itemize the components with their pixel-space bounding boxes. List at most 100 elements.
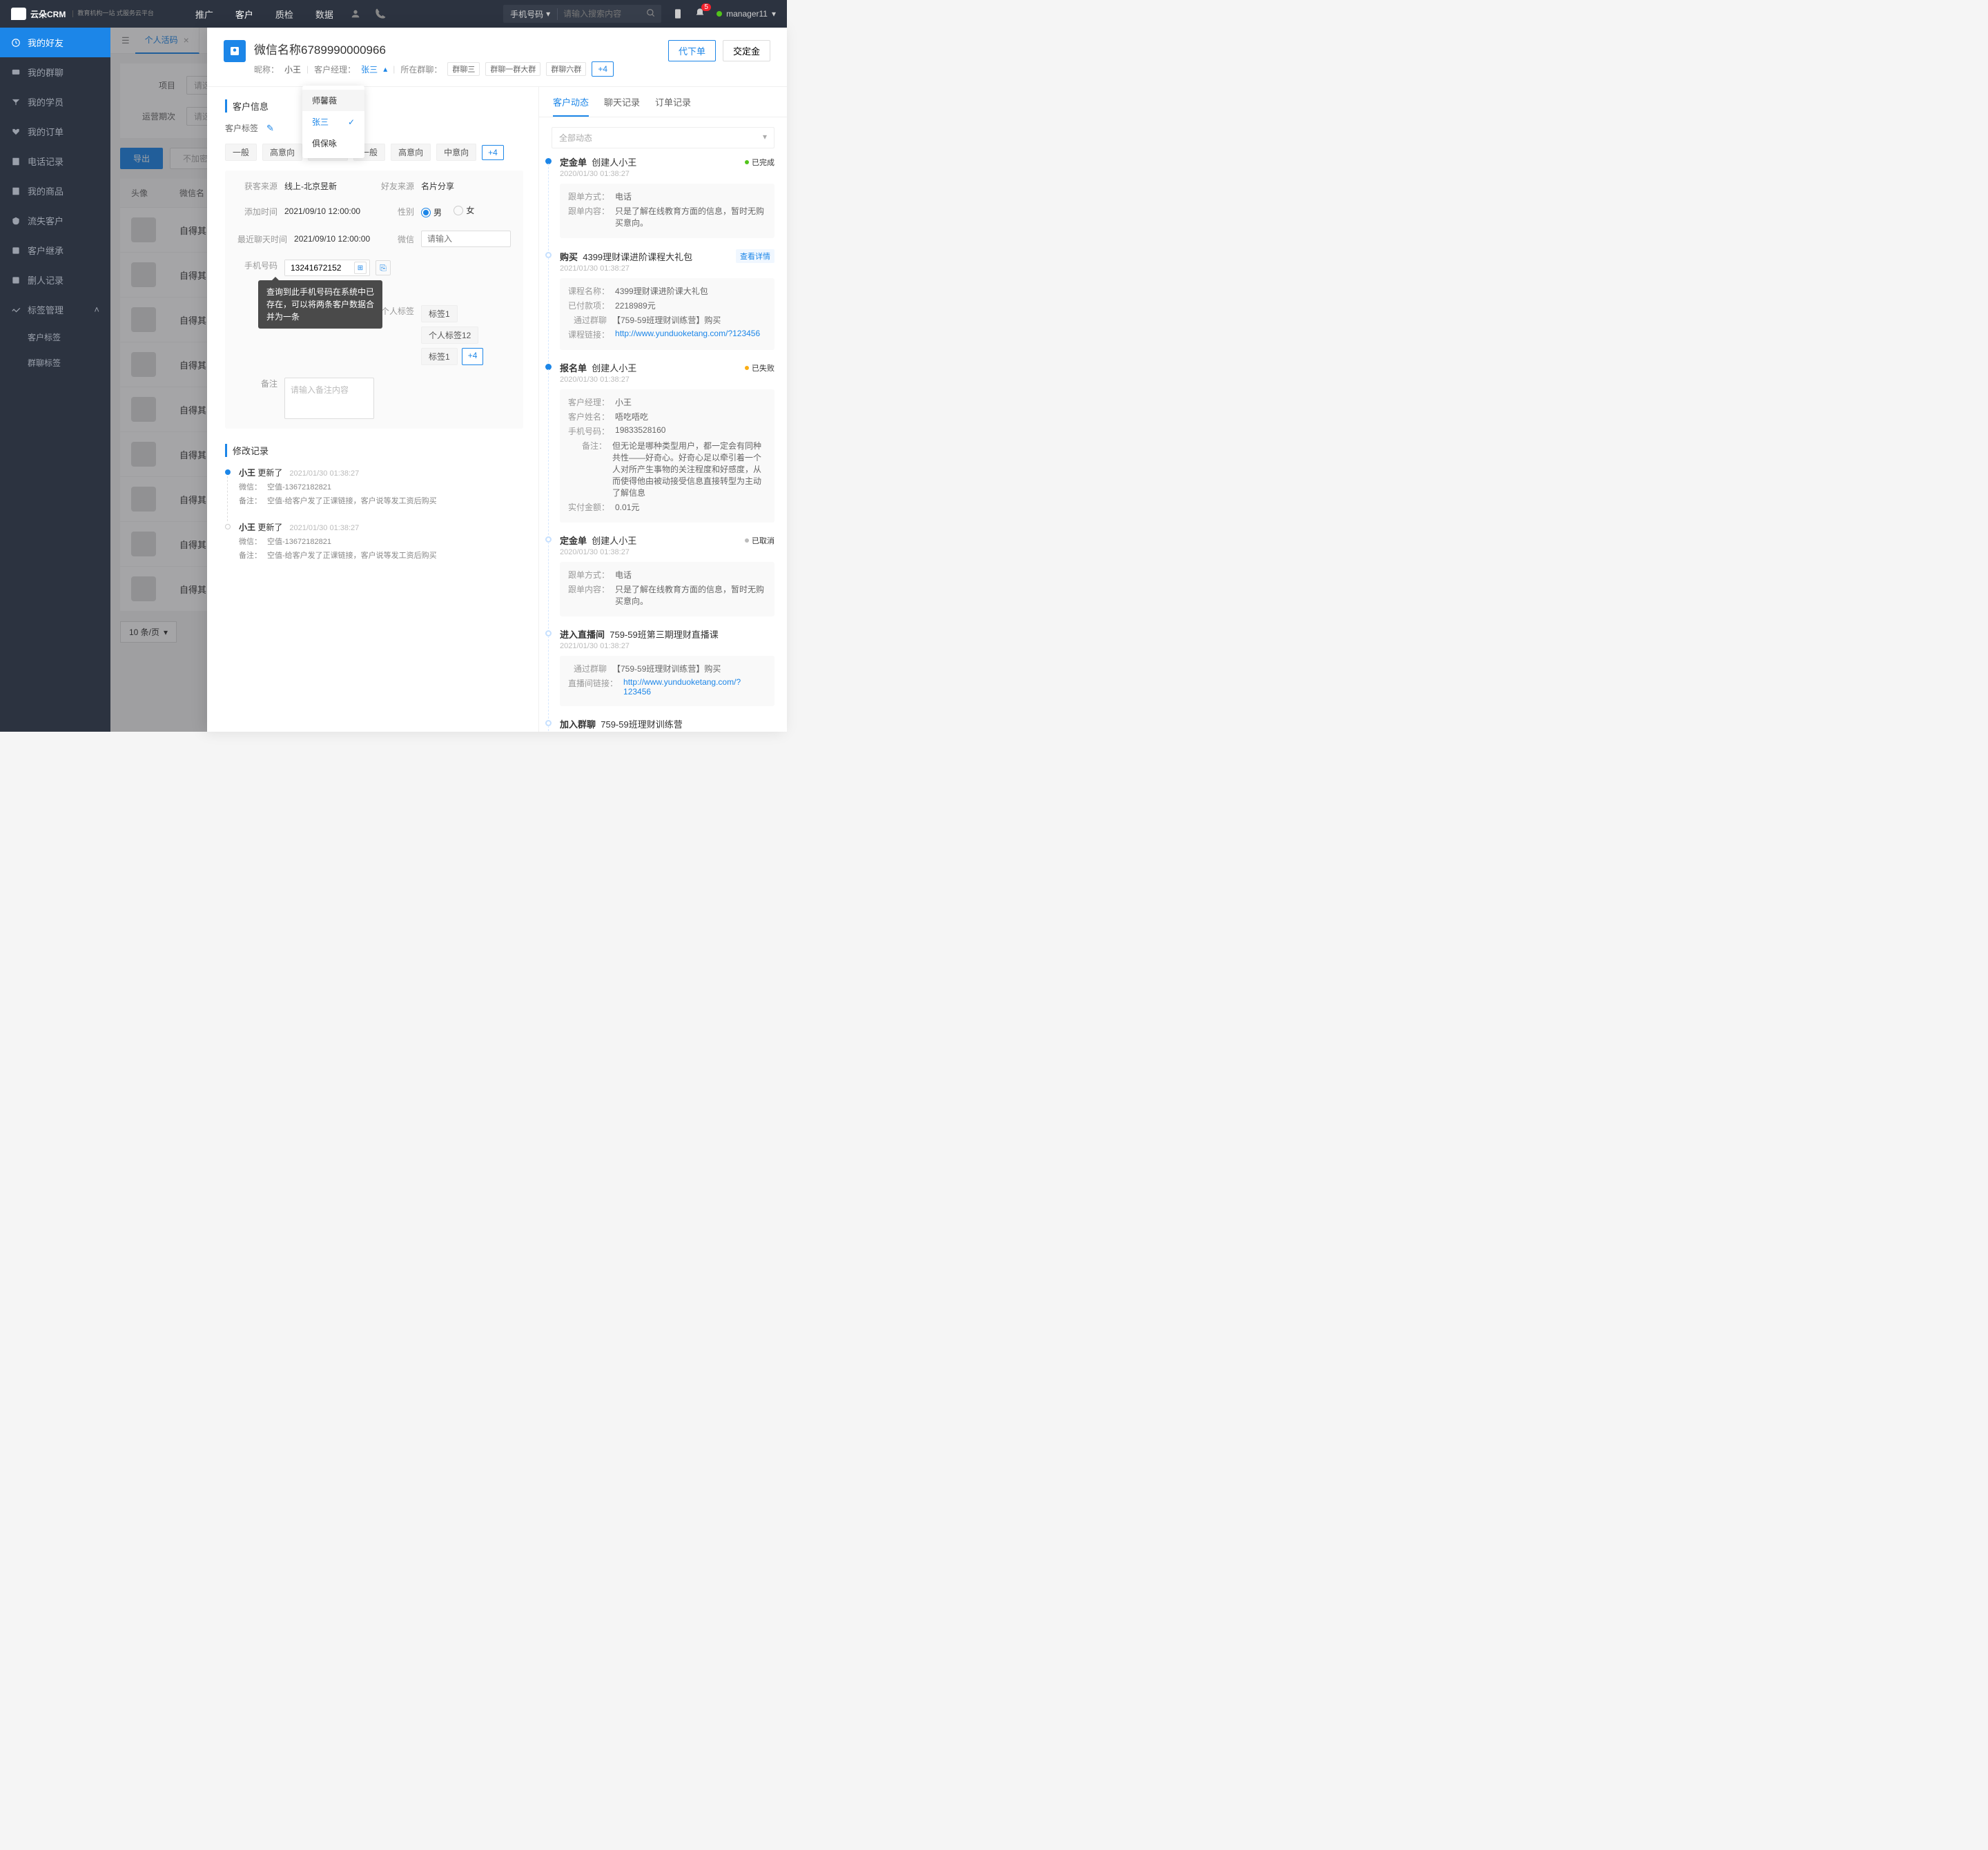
tab-orders[interactable]: 订单记录 [655, 95, 691, 117]
sidebar-label: 我的好友 [28, 36, 64, 49]
sidebar-item-inherit[interactable]: 客户继承 [0, 235, 110, 265]
deposit-button[interactable]: 交定金 [723, 40, 770, 61]
notification-badge: 5 [701, 3, 711, 11]
activity-filter[interactable]: 全部动态▾ [552, 127, 774, 148]
personal-tag[interactable]: 标签1 [421, 348, 458, 365]
manager-label: 客户经理： [314, 64, 355, 75]
user-menu[interactable]: manager11 ▾ [717, 9, 776, 19]
customer-avatar [224, 40, 246, 62]
sidebar-label: 我的学员 [28, 95, 64, 108]
chevron-up-icon: ▴ [383, 64, 387, 74]
link[interactable]: http://www.yunduoketang.com/?123456 [615, 329, 760, 338]
timeline-item: 定金单 创建人小王已完成 2020/01/30 01:38:27 跟单方式：电话… [545, 155, 774, 238]
nav-data[interactable]: 数据 [315, 8, 333, 21]
timeline-time: 2020/01/30 01:38:27 [560, 170, 774, 178]
sidebar-sub-group-tags[interactable]: 群聊标签 [0, 350, 110, 376]
tags-more[interactable]: +4 [482, 145, 504, 160]
wechat-input[interactable] [421, 231, 511, 247]
timeline-card: 课程名称：4399理财课进阶课大礼包已付款项：2218989元通过群聊【759-… [560, 278, 774, 350]
timeline-card: 客户经理：小王客户姓名：唔吃唔吃手机号码：19833528160备注：但无论是哪… [560, 389, 774, 523]
log-dot [225, 524, 231, 529]
top-nav: 推广 客户 质检 数据 [195, 8, 333, 21]
tags-label: 客户标签 [225, 122, 258, 134]
manager-select[interactable]: 张三 [361, 64, 378, 75]
dropdown-item[interactable]: 师馨薇 [302, 90, 364, 111]
nav-customer[interactable]: 客户 [235, 8, 253, 21]
logo-text: 云朵CRM [30, 8, 66, 20]
friend-source-label: 好友来源 [374, 180, 414, 192]
sidebar-item-lost[interactable]: 流失客户 [0, 206, 110, 235]
logo-subtitle: 教育机构一站 式服务云平台 [72, 10, 154, 17]
search-type-label: 手机号码 [510, 8, 543, 20]
timeline-title: 定金单 创建人小王已取消 [560, 534, 774, 547]
search-icon[interactable] [641, 8, 661, 20]
manager-dropdown: 师馨薇 张三✓ 俱保咏 [302, 86, 364, 158]
chevron-down-icon: ▾ [772, 9, 776, 19]
dropdown-item[interactable]: 张三✓ [302, 111, 364, 133]
personal-tag[interactable]: 标签1 [421, 305, 458, 322]
radio-female[interactable]: 女 [454, 204, 474, 216]
sidebar-item-friends[interactable]: 我的好友 [0, 28, 110, 57]
customer-panel: 微信名称6789990000966 昵称：小王 | 客户经理： 张三 ▴ | 所… [207, 28, 787, 732]
link[interactable]: http://www.yunduoketang.com/?123456 [623, 677, 741, 697]
sidebar-item-tags[interactable]: 标签管理 ˄ [0, 295, 110, 324]
id-icon[interactable]: ⊞ [354, 262, 367, 274]
sidebar-label: 电话记录 [28, 155, 64, 168]
phone-icon[interactable] [375, 8, 386, 19]
tab-chat[interactable]: 聊天记录 [604, 95, 640, 117]
sidebar-label: 我的商品 [28, 184, 64, 197]
view-detail-link[interactable]: 查看详情 [736, 249, 774, 263]
chevron-up-icon: ˄ [94, 304, 99, 315]
nav-promote[interactable]: 推广 [195, 8, 213, 21]
tab-activity[interactable]: 客户动态 [553, 95, 589, 117]
search-type-select[interactable]: 手机号码 ▾ [503, 8, 558, 20]
username: manager11 [726, 9, 768, 19]
timeline-time: 2021/01/30 01:38:27 [560, 642, 774, 650]
notification-icon[interactable]: 5 [694, 8, 705, 21]
group-chip[interactable]: 群聊三 [447, 62, 480, 76]
modlog-title: 修改记录 [225, 444, 523, 457]
top-icons [350, 8, 386, 19]
log-title: 小王 更新了2021/01/30 01:38:27 [239, 521, 523, 533]
phone-input[interactable] [285, 260, 351, 275]
radio-male[interactable]: 男 [421, 206, 442, 218]
mobile-icon[interactable] [672, 8, 683, 19]
timeline-item: 报名单 创建人小王已失败 2020/01/30 01:38:27 客户经理：小王… [545, 361, 774, 523]
sidebar-item-products[interactable]: 我的商品 [0, 176, 110, 206]
nav-qc[interactable]: 质检 [275, 8, 293, 21]
personal-tag[interactable]: 个人标签12 [421, 327, 478, 344]
user-icon[interactable] [350, 8, 361, 19]
groups-label: 所在群聊： [400, 64, 442, 75]
groups-more[interactable]: +4 [592, 61, 614, 77]
proxy-order-button[interactable]: 代下单 [668, 40, 716, 61]
log-title: 小王 更新了2021/01/30 01:38:27 [239, 467, 523, 478]
sidebar-item-orders[interactable]: 我的订单 [0, 117, 110, 146]
tag[interactable]: 高意向 [262, 144, 302, 161]
gender-label: 性别 [374, 206, 414, 217]
timeline-card: 跟单方式：电话跟单内容：只是了解在线教育方面的信息，暂时无购买意向。 [560, 184, 774, 238]
chevron-down-icon: ▾ [763, 132, 767, 144]
sidebar-sub-customer-tags[interactable]: 客户标签 [0, 324, 110, 350]
search-input[interactable] [558, 9, 641, 19]
remark-input[interactable]: 请输入备注内容 [284, 378, 374, 419]
copy-icon[interactable]: ⎘ [376, 260, 391, 275]
timeline-time: 2020/01/30 01:38:27 [560, 376, 774, 384]
sidebar-item-students[interactable]: 我的学员 [0, 87, 110, 117]
timeline-time: 2020/01/30 01:38:27 [560, 548, 774, 556]
group-chip[interactable]: 群聊六群 [546, 62, 586, 76]
status-badge: 已失败 [745, 362, 774, 373]
sidebar-item-calls[interactable]: 电话记录 [0, 146, 110, 176]
tag[interactable]: 一般 [225, 144, 257, 161]
personal-tag-more[interactable]: +4 [462, 348, 484, 365]
phone-label: 手机号码 [237, 260, 277, 271]
edit-tags-icon[interactable]: ✎ [266, 123, 274, 134]
sidebar-item-delete-log[interactable]: 删人记录 [0, 265, 110, 295]
group-chip[interactable]: 群聊一群大群 [485, 62, 540, 76]
sidebar-item-groups[interactable]: 我的群聊 [0, 57, 110, 87]
dropdown-item[interactable]: 俱保咏 [302, 133, 364, 154]
log-item: 小王 更新了2021/01/30 01:38:27 微信：空值-13672182… [225, 521, 523, 561]
status-badge: 已完成 [745, 157, 774, 168]
tag[interactable]: 高意向 [391, 144, 431, 161]
customer-title: 微信名称6789990000966 [254, 40, 660, 57]
tag[interactable]: 中意向 [436, 144, 476, 161]
